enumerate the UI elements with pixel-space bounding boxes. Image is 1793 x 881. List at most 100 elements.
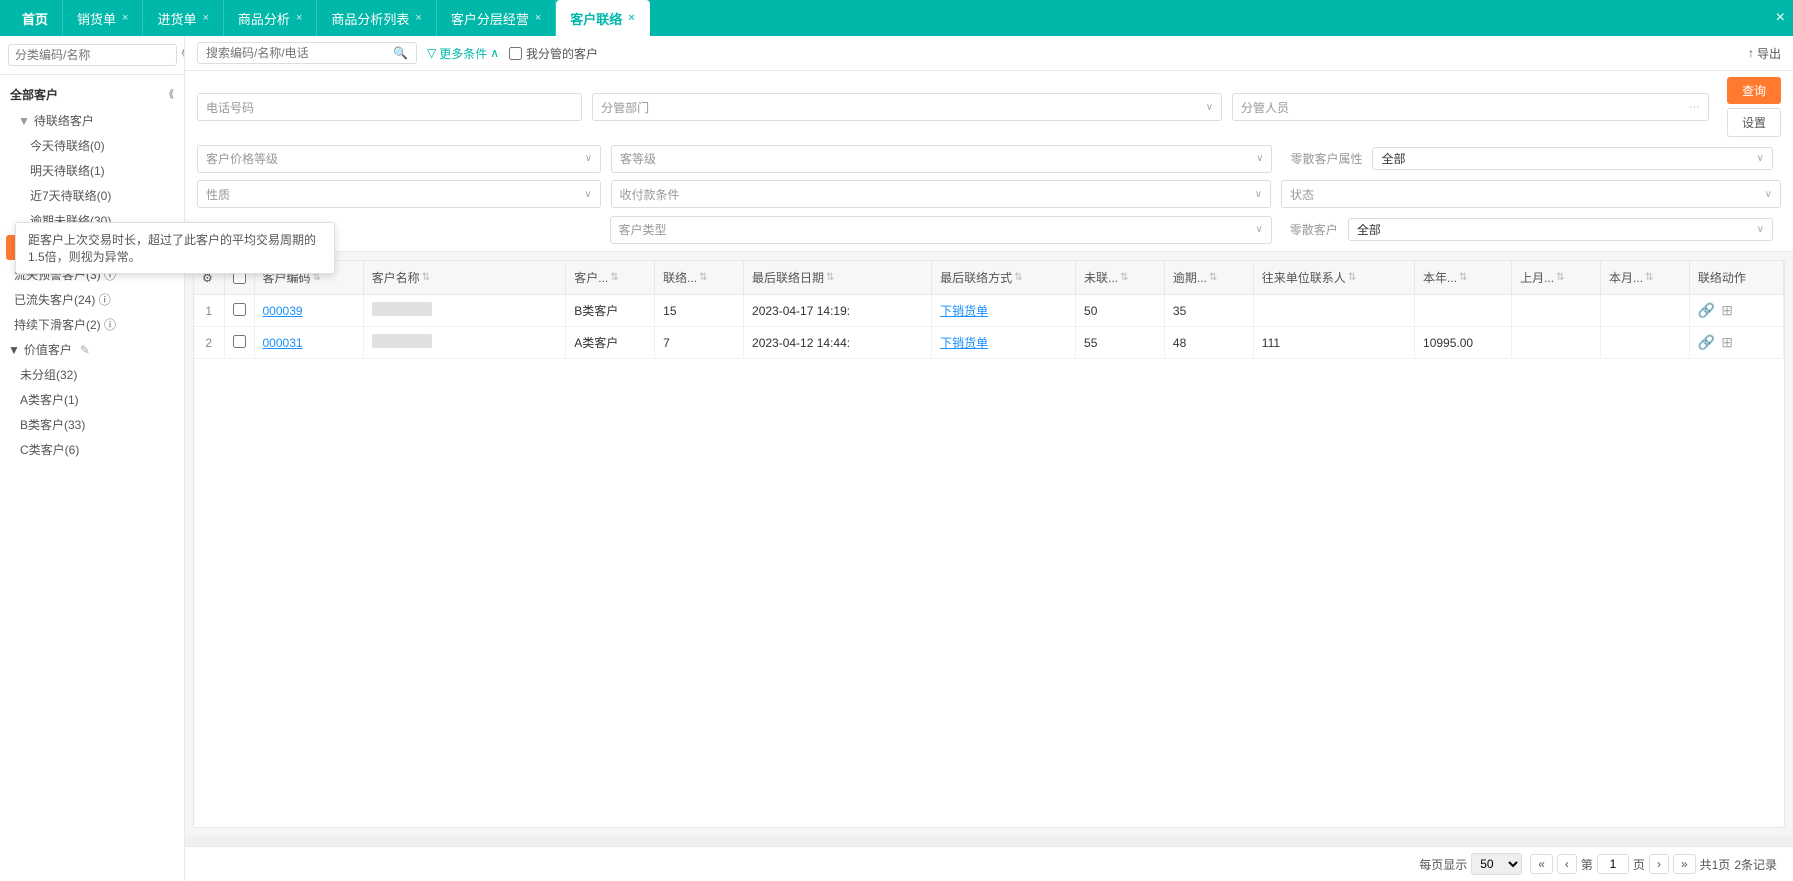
value-customer-edit-icon[interactable]: ✎ xyxy=(80,343,90,357)
retail-attr-filter[interactable]: 零散客户属性 全部 ∨ xyxy=(1282,143,1781,174)
filter-row-2: 客户价格等级 ∨ 客等级 ∨ 零散客户属性 全部 ∨ xyxy=(197,143,1781,174)
status-filter[interactable]: 状态 ∨ xyxy=(1281,180,1781,208)
waiting-contact-title[interactable]: ▼ 待联络客户 xyxy=(10,108,184,133)
setting-button[interactable]: 设置 xyxy=(1727,108,1781,137)
c-class-item[interactable]: C类客户(6) xyxy=(0,437,184,462)
nav-customer-tier[interactable]: 客户分层经营 × xyxy=(437,0,556,36)
prev-page-button[interactable]: ‹ xyxy=(1557,854,1577,874)
retail-attr-value[interactable]: 全部 ∨ xyxy=(1372,147,1773,170)
close-customer-contact-icon[interactable]: × xyxy=(628,12,634,24)
left-sidebar: 🔍 全部客户 ⟪ ▼ 待联络客户 今天待联络(0) 明天待联络(1) 近7天 xyxy=(0,36,185,881)
sidebar-tree: 全部客户 ⟪ ▼ 待联络客户 今天待联络(0) 明天待联络(1) 近7天待联络(… xyxy=(0,75,184,881)
last-page-button[interactable]: » xyxy=(1673,854,1696,874)
retail-customer-filter[interactable]: 零散客户 全部 ∨ xyxy=(1282,214,1781,245)
contact-grid-icon-1[interactable]: ⊞ xyxy=(1721,302,1733,319)
current-page-input[interactable] xyxy=(1597,854,1629,874)
arrow-down-icon: ▼ xyxy=(18,114,30,128)
customer-level-filter[interactable]: 客等级 ∨ xyxy=(611,145,1272,173)
sidebar-search-area: 🔍 xyxy=(0,36,184,75)
gender-filter[interactable]: 性质 ∨ xyxy=(197,180,601,208)
per-page-control: 每页显示 50 100 200 xyxy=(1419,853,1522,875)
table-scroll-bar[interactable] xyxy=(185,836,1793,846)
last-month-1 xyxy=(1512,295,1601,327)
customer-level-dropdown-icon: ∨ xyxy=(1256,153,1263,164)
contact-count-col-header[interactable]: 联络...⇅ xyxy=(655,261,744,295)
nav-customer-contact[interactable]: 客户联络 × xyxy=(556,0,649,36)
customer-name-2 xyxy=(363,327,566,359)
unclassified-item[interactable]: 未分组(32) xyxy=(0,362,184,387)
row-checkbox-1[interactable] xyxy=(224,295,254,327)
all-customers-header[interactable]: 全部客户 ⟪ xyxy=(0,81,184,108)
sort-icon: ⇅ xyxy=(1014,272,1022,283)
price-level-filter[interactable]: 客户价格等级 ∨ xyxy=(197,145,601,173)
page-navigation: « ‹ 第 页 › » 共1页 2条记录 xyxy=(1530,854,1777,874)
last-contact-date-col-header[interactable]: 最后联络日期⇅ xyxy=(744,261,932,295)
retail-customer-value[interactable]: 全部 ∨ xyxy=(1348,218,1773,241)
nav-purchase[interactable]: 进货单 × xyxy=(143,0,223,36)
table-header-row: ⚙ 客户编码⇅ 客户名称⇅ 客户...⇅ xyxy=(194,261,1784,295)
close-product-analysis-list-icon[interactable]: × xyxy=(415,12,421,24)
phone-filter[interactable]: 电话号码 xyxy=(197,93,582,121)
filter-icon: ▽ xyxy=(427,46,436,60)
this-year-col-header[interactable]: 本年...⇅ xyxy=(1415,261,1512,295)
close-sales-icon[interactable]: × xyxy=(122,12,128,24)
row-checkbox-2[interactable] xyxy=(224,327,254,359)
per-page-select[interactable]: 50 100 200 xyxy=(1471,853,1522,875)
query-button[interactable]: 查询 xyxy=(1727,77,1781,104)
contact-link-icon-2[interactable]: 🔗 xyxy=(1698,334,1715,351)
this-year-2: 10995.00 xyxy=(1415,327,1512,359)
close-purchase-icon[interactable]: × xyxy=(202,12,208,24)
nav-product-analysis-list[interactable]: 商品分析列表 × xyxy=(317,0,436,36)
export-button[interactable]: ↑ 导出 xyxy=(1748,45,1781,62)
search-input[interactable] xyxy=(206,46,387,60)
nav-product-analysis[interactable]: 商品分析 × xyxy=(224,0,317,36)
payment-filter[interactable]: 收付款条件 ∨ xyxy=(611,180,1272,208)
manager-filter[interactable]: 分管人员 ··· xyxy=(1232,93,1709,121)
last-month-col-header[interactable]: 上月...⇅ xyxy=(1512,261,1601,295)
my-customers-check[interactable] xyxy=(509,47,522,60)
last-contact-method-col-header[interactable]: 最后联络方式⇅ xyxy=(932,261,1076,295)
uncontacted-2: 55 xyxy=(1076,327,1165,359)
sidebar-search-input[interactable] xyxy=(8,44,177,66)
nav-sales[interactable]: 销货单 × xyxy=(63,0,143,36)
close-all-tabs-button[interactable]: × xyxy=(1776,9,1785,27)
first-page-button[interactable]: « xyxy=(1530,854,1553,874)
table-row: 1 000039 B类客户 15 2023-04-17 14:19: 下销货单 … xyxy=(194,295,1784,327)
row-num-2: 2 xyxy=(194,327,224,359)
sort-icon: ⇅ xyxy=(1556,272,1564,283)
more-conditions-button[interactable]: ▽ 更多条件 ∧ xyxy=(427,45,499,62)
page-prefix-label: 第 xyxy=(1581,856,1593,873)
nav-home[interactable]: 首页 xyxy=(8,0,63,36)
b-class-item[interactable]: B类客户(33) xyxy=(0,412,184,437)
waiting-tomorrow-item[interactable]: 明天待联络(1) xyxy=(10,158,184,183)
sort-icon: ⇅ xyxy=(1348,272,1356,283)
a-class-item[interactable]: A类客户(1) xyxy=(0,387,184,412)
this-month-col-header[interactable]: 本月...⇅ xyxy=(1600,261,1689,295)
value-customer-group[interactable]: ▼ 价值客户 ✎ xyxy=(0,337,184,362)
overdue-col-header[interactable]: 逾期...⇅ xyxy=(1164,261,1253,295)
contacts-per-unit-col-header[interactable]: 往来单位联系人⇅ xyxy=(1253,261,1414,295)
customer-code-1[interactable]: 000039 xyxy=(254,295,363,327)
waiting-today-item[interactable]: 今天待联络(0) xyxy=(10,133,184,158)
customer-type-filter[interactable]: 客户类型 ∨ xyxy=(610,216,1272,244)
already-lost-info-icon: ⓘ xyxy=(99,293,111,307)
contact-action-2: 🔗 ⊞ xyxy=(1689,327,1783,359)
uncontacted-col-header[interactable]: 未联...⇅ xyxy=(1076,261,1165,295)
waiting-7days-item[interactable]: 近7天待联络(0) xyxy=(10,183,184,208)
close-product-analysis-icon[interactable]: × xyxy=(296,12,302,24)
customer-type-1: B类客户 xyxy=(566,295,655,327)
close-customer-tier-icon[interactable]: × xyxy=(535,12,541,24)
my-customers-checkbox[interactable]: 我分管的客户 xyxy=(509,45,598,62)
contact-grid-icon-2[interactable]: ⊞ xyxy=(1721,334,1733,351)
dept-filter[interactable]: 分管部门 ∨ xyxy=(592,93,1222,121)
customer-code-2[interactable]: 000031 xyxy=(254,327,363,359)
last-contact-method-1[interactable]: 下销货单 xyxy=(932,295,1076,327)
next-page-button[interactable]: › xyxy=(1649,854,1669,874)
contact-link-icon-1[interactable]: 🔗 xyxy=(1698,302,1715,319)
customer-name-col-header[interactable]: 客户名称⇅ xyxy=(363,261,566,295)
continue-decline-item[interactable]: 持续下滑客户(2) ⓘ xyxy=(0,312,184,337)
data-table-area: ⚙ 客户编码⇅ 客户名称⇅ 客户...⇅ xyxy=(193,260,1785,828)
last-contact-method-2[interactable]: 下销货单 xyxy=(932,327,1076,359)
customer-type-col-header[interactable]: 客户...⇅ xyxy=(566,261,655,295)
already-lost-item[interactable]: 已流失客户(24) ⓘ xyxy=(0,287,184,312)
